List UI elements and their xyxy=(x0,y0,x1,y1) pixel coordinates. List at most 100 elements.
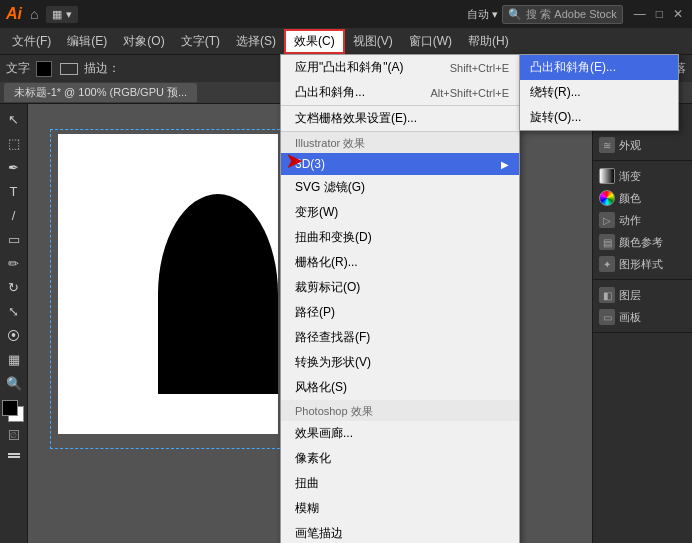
color-label: 颜色 xyxy=(619,191,641,206)
search-bar[interactable]: 🔍 搜 索 Adobe Stock xyxy=(502,5,623,24)
rotate-tool[interactable]: ↻ xyxy=(3,276,25,298)
menu-edit[interactable]: 编辑(E) xyxy=(59,31,115,52)
menu-bar: 文件(F) 编辑(E) 对象(O) 文字(T) 选择(S) 效果(C) 视图(V… xyxy=(0,28,692,54)
color-guide-icon: ▤ xyxy=(599,234,615,250)
none-color[interactable]: ∅ xyxy=(9,430,19,440)
color-guide-panel[interactable]: ▤ 颜色参考 xyxy=(593,231,692,253)
rasterize-item[interactable]: 栅格化(R)... xyxy=(281,250,519,275)
maximize-button[interactable]: □ xyxy=(653,7,666,21)
extrude-bevel-item[interactable]: 凸出和斜角... Alt+Shift+Ctrl+E xyxy=(281,80,519,105)
gradient-icon xyxy=(599,168,615,184)
revolve-label: 绕转(R)... xyxy=(530,84,581,101)
effect-menu-top: 应用"凸出和斜角"(A) Shift+Ctrl+E 凸出和斜角... Alt+S… xyxy=(281,55,519,106)
canvas-document xyxy=(58,134,278,434)
panel-section-3: ◧ 图层 ▭ 画板 xyxy=(593,280,692,333)
brush-strokes-label: 画笔描边 xyxy=(295,525,343,542)
color-selector xyxy=(2,400,26,426)
fill-color[interactable] xyxy=(36,61,52,77)
pathfinder-label: 路径查找器(F) xyxy=(295,329,370,346)
pixelate-label: 像素化 xyxy=(295,450,331,467)
pathfinder-item[interactable]: 路径查找器(F) xyxy=(281,325,519,350)
home-icon[interactable]: ⌂ xyxy=(30,6,38,22)
stylize-item[interactable]: 风格化(S) xyxy=(281,375,519,400)
rotate-sub-item[interactable]: 旋转(O)... xyxy=(520,105,678,130)
ai-logo: Ai xyxy=(6,5,22,23)
auto-label[interactable]: 自动 ▾ xyxy=(467,7,498,22)
3d-item[interactable]: 3D(3) ▶ xyxy=(281,153,519,175)
rotate-sub-label: 旋转(O)... xyxy=(530,109,581,126)
color-panel[interactable]: 颜色 xyxy=(593,187,692,209)
pixelate-item[interactable]: 像素化 xyxy=(281,446,519,471)
crop-marks-label: 裁剪标记(O) xyxy=(295,279,360,296)
extrude-bevel-shortcut: Alt+Shift+Ctrl+E xyxy=(430,87,509,99)
line-tool[interactable]: / xyxy=(3,204,25,226)
menu-window[interactable]: 窗口(W) xyxy=(401,31,460,52)
svg-filter-item[interactable]: SVG 滤镜(G) xyxy=(281,175,519,200)
select-tool[interactable]: ↖ xyxy=(3,108,25,130)
extrude-bevel-sub-item[interactable]: 凸出和斜角(E)... xyxy=(520,55,678,80)
path-item[interactable]: 路径(P) xyxy=(281,300,519,325)
chart-tool[interactable]: ▦ xyxy=(3,348,25,370)
raster-settings-item[interactable]: 文档栅格效果设置(E)... xyxy=(281,106,519,131)
menu-help[interactable]: 帮助(H) xyxy=(460,31,517,52)
menu-text[interactable]: 文字(T) xyxy=(173,31,228,52)
revolve-item[interactable]: 绕转(R)... xyxy=(520,80,678,105)
extra-color-tools: ∅ xyxy=(9,430,19,440)
effect-gallery-item[interactable]: 效果画廊... xyxy=(281,421,519,446)
artboards-panel[interactable]: ▭ 画板 xyxy=(593,306,692,328)
actions-label: 动作 xyxy=(619,213,641,228)
paint-brush-tool[interactable]: ✏ xyxy=(3,252,25,274)
distort-item[interactable]: 扭曲 xyxy=(281,471,519,496)
canvas-shape xyxy=(158,194,278,394)
window-controls: — □ ✕ xyxy=(631,7,686,21)
actions-icon: ▷ xyxy=(599,212,615,228)
appearance-panel[interactable]: ≋ 外观 xyxy=(593,134,692,156)
svg-filter-label: SVG 滤镜(G) xyxy=(295,179,365,196)
blend-tool[interactable]: ⦿ xyxy=(3,324,25,346)
rect-tool[interactable]: ▭ xyxy=(3,228,25,250)
brush-strokes-item[interactable]: 画笔描边 xyxy=(281,521,519,543)
gradient-label: 渐变 xyxy=(619,169,641,184)
menu-object[interactable]: 对象(O) xyxy=(115,31,172,52)
color-guide-label: 颜色参考 xyxy=(619,235,663,250)
close-button[interactable]: ✕ xyxy=(670,7,686,21)
layers-panel[interactable]: ◧ 图层 xyxy=(593,284,692,306)
pen-tool[interactable]: ✒ xyxy=(3,156,25,178)
gradient-panel[interactable]: 渐变 xyxy=(593,165,692,187)
graphic-styles-label: 图形样式 xyxy=(619,257,663,272)
direct-select-tool[interactable]: ⬚ xyxy=(3,132,25,154)
menu-view[interactable]: 视图(V) xyxy=(345,31,401,52)
artboards-label: 画板 xyxy=(619,310,641,325)
layers-label: 图层 xyxy=(619,288,641,303)
arrange-button[interactable]: ▦ ▾ xyxy=(46,6,77,23)
color-icon xyxy=(599,190,615,206)
blur-item[interactable]: 模糊 xyxy=(281,496,519,521)
appearance-label: 外观 xyxy=(619,138,641,153)
stroke-label: 描边： xyxy=(84,60,120,77)
foreground-color[interactable] xyxy=(2,400,18,416)
actions-panel[interactable]: ▷ 动作 xyxy=(593,209,692,231)
minimize-button[interactable]: — xyxy=(631,7,649,21)
screen-mode[interactable] xyxy=(3,444,25,466)
convert-shape-item[interactable]: 转换为形状(V) xyxy=(281,350,519,375)
distort-transform-label: 扭曲和变换(D) xyxy=(295,229,372,246)
extrude-bevel-label: 凸出和斜角... xyxy=(295,84,365,101)
menu-effect[interactable]: 效果(C) xyxy=(284,29,345,54)
scale-tool[interactable]: ⤡ xyxy=(3,300,25,322)
type-tool[interactable]: T xyxy=(3,180,25,202)
warp-item[interactable]: 变形(W) xyxy=(281,200,519,225)
zoom-tool[interactable]: 🔍 xyxy=(3,372,25,394)
menu-select[interactable]: 选择(S) xyxy=(228,31,284,52)
apply-extrude-item[interactable]: 应用"凸出和斜角"(A) Shift+Ctrl+E xyxy=(281,55,519,80)
right-panel: ◑ 透明度 ≋ 外观 渐变 颜色 ▷ 动作 ▤ 颜色参考 xyxy=(592,104,692,543)
panel-section-2: 渐变 颜色 ▷ 动作 ▤ 颜色参考 ✦ 图形样式 xyxy=(593,161,692,280)
distort-transform-item[interactable]: 扭曲和变换(D) xyxy=(281,225,519,250)
menu-file[interactable]: 文件(F) xyxy=(4,31,59,52)
photoshop-effects-label: Photoshop 效果 xyxy=(281,400,519,421)
3d-submenu: 凸出和斜角(E)... 绕转(R)... 旋转(O)... xyxy=(519,54,679,131)
graphic-styles-panel[interactable]: ✦ 图形样式 xyxy=(593,253,692,275)
appearance-icon: ≋ xyxy=(599,137,615,153)
doc-tab-item[interactable]: 未标题-1* @ 100% (RGB/GPU 预... xyxy=(4,83,197,102)
search-placeholder: 搜 索 Adobe Stock xyxy=(526,7,617,22)
crop-marks-item[interactable]: 裁剪标记(O) xyxy=(281,275,519,300)
